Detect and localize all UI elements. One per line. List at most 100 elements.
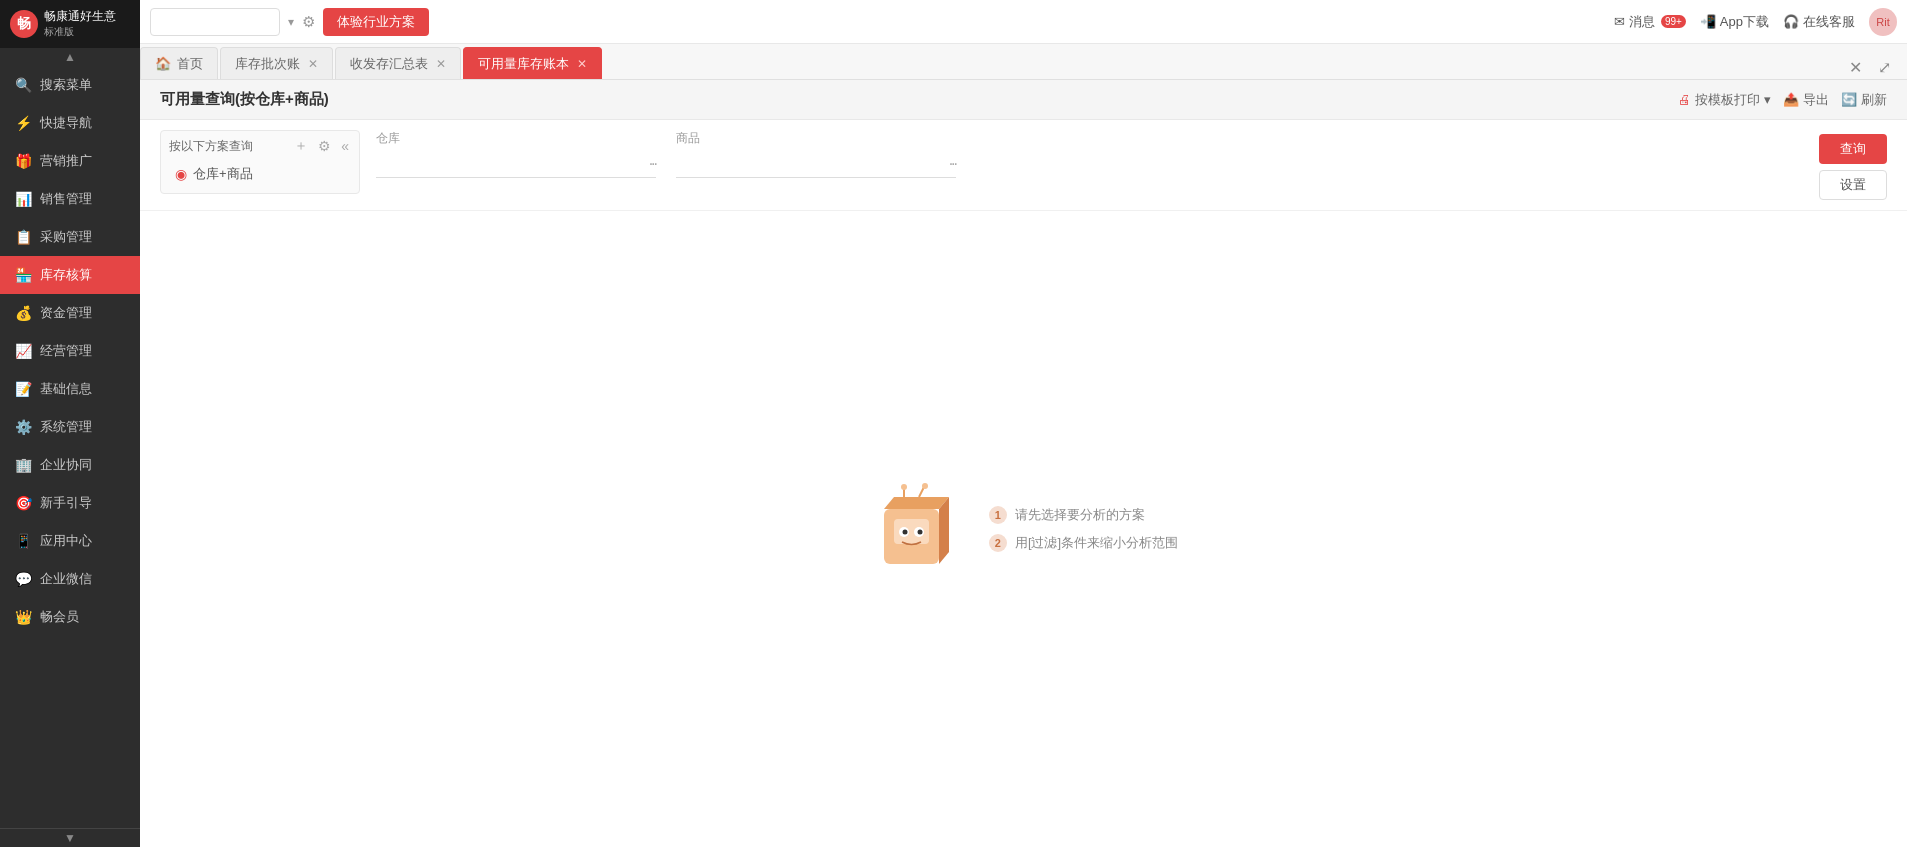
warehouse-input[interactable] [376,157,645,172]
warehouse-more-button[interactable]: ··· [649,155,656,173]
filter-field-warehouse: 仓库 ··· [376,130,656,178]
sidebar-item-guide[interactable]: 🎯 新手引导 [0,484,140,522]
collapse-scheme-button[interactable]: « [339,138,351,154]
export-label: 导出 [1803,91,1829,109]
app-name: 畅康通好生意 [44,9,116,25]
sidebar: 畅 畅康通好生意 标准版 ▲ 🔍 搜索菜单 ⚡ 快捷导航 🎁 营销推广 📊 销售… [0,0,140,847]
crown-icon: 👑 [14,608,32,626]
export-button[interactable]: 📤 导出 [1783,91,1829,109]
tab-available-qty[interactable]: 可用量库存账本 ✕ [463,47,602,79]
money-icon: 💰 [14,304,32,322]
hint-text-1: 请先选择要分析的方案 [1015,506,1145,524]
scheme-icon: ◉ [175,166,187,182]
message-icon: ✉ [1614,14,1625,29]
message-label: 消息 [1629,13,1655,31]
page-title: 可用量查询(按仓库+商品) [160,90,329,109]
goods-more-button[interactable]: ··· [949,155,956,173]
tab-batch-account-close[interactable]: ✕ [308,57,318,71]
sidebar-item-finance[interactable]: 💰 资金管理 [0,294,140,332]
svg-point-11 [922,483,928,489]
sidebar-item-inventory[interactable]: 🏪 库存核算 [0,256,140,294]
sidebar-item-operations[interactable]: 📈 经营管理 [0,332,140,370]
sidebar-item-label: 库存核算 [40,266,92,284]
tab-home[interactable]: 🏠 首页 [140,47,218,79]
online-service-button[interactable]: 🎧 在线客服 [1783,13,1855,31]
tab-close-all-button[interactable]: ✕ [1843,56,1868,79]
sidebar-item-label: 资金管理 [40,304,92,322]
empty-hint-1: 1 请先选择要分析的方案 [989,506,1178,524]
sidebar-scroll-down[interactable]: ▼ [0,828,140,847]
svg-point-6 [902,530,907,535]
filter-actions: 查询 设置 [1819,130,1887,200]
hint-text-2: 用[过滤]条件来缩小分析范围 [1015,534,1178,552]
sidebar-item-purchase[interactable]: 📋 采购管理 [0,218,140,256]
sidebar-item-sales[interactable]: 📊 销售管理 [0,180,140,218]
headset-icon: 🎧 [1783,14,1799,29]
sidebar-item-label: 销售管理 [40,190,92,208]
warehouse-field-input-wrapper: ··· [376,151,656,178]
query-button[interactable]: 查询 [1819,134,1887,164]
gift-icon: 🎁 [14,152,32,170]
goods-input[interactable] [676,157,945,172]
page-header: 可用量查询(按仓库+商品) 🖨 按模板打印 ▾ 📤 导出 🔄 刷新 [140,80,1907,120]
empty-state: 1 请先选择要分析的方案 2 用[过滤]条件来缩小分析范围 [140,211,1907,847]
svg-point-7 [917,530,922,535]
print-button[interactable]: 🖨 按模板打印 ▾ [1678,91,1771,109]
sidebar-item-baseinfo[interactable]: 📝 基础信息 [0,370,140,408]
lightning-icon: ⚡ [14,114,32,132]
filter-field-goods: 商品 ··· [676,130,956,178]
dropdown-chevron-icon[interactable]: ▾ [288,15,294,29]
home-icon: 🏠 [155,56,171,71]
sidebar-scroll-up[interactable]: ▲ [0,48,140,66]
sidebar-item-enterprise-wechat[interactable]: 💬 企业微信 [0,560,140,598]
print-dropdown-icon: ▾ [1764,92,1771,107]
sidebar-item-shortcut[interactable]: ⚡ 快捷导航 [0,104,140,142]
mobile-icon: 📱 [14,532,32,550]
tab-batch-account-label: 库存批次账 [235,55,300,73]
refresh-label: 刷新 [1861,91,1887,109]
sidebar-header: 畅 畅康通好生意 标准版 [0,0,140,48]
clipboard-icon: 📋 [14,228,32,246]
add-scheme-button[interactable]: ＋ [292,137,310,155]
sidebar-item-appcenter[interactable]: 📱 应用中心 [0,522,140,560]
tab-batch-account[interactable]: 库存批次账 ✕ [220,47,333,79]
printer-icon: 🖨 [1678,92,1691,107]
topbar-right-actions: ✉ 消息 99+ 📲 App下载 🎧 在线客服 Rit [1614,8,1897,36]
sidebar-item-enterprise[interactable]: 🏢 企业协同 [0,446,140,484]
tab-receipts-summary[interactable]: 收发存汇总表 ✕ [335,47,461,79]
scheme-item-warehouse-goods[interactable]: ◉ 仓库+商品 [169,161,351,187]
svg-point-10 [901,484,907,490]
message-button[interactable]: ✉ 消息 99+ [1614,13,1686,31]
filter-scheme-panel: 按以下方案查询 ＋ ⚙ « ◉ 仓库+商品 [160,130,360,194]
mobile-download-icon: 📲 [1700,14,1716,29]
svg-marker-1 [884,497,949,509]
scheme-item-label: 仓库+商品 [193,165,253,183]
tab-receipts-summary-label: 收发存汇总表 [350,55,428,73]
edit-scheme-button[interactable]: ⚙ [316,138,333,154]
settings-button[interactable]: 设置 [1819,170,1887,200]
sidebar-item-vip[interactable]: 👑 畅会员 [0,598,140,636]
content-area: 可用量查询(按仓库+商品) 🖨 按模板打印 ▾ 📤 导出 🔄 刷新 [140,80,1907,847]
sidebar-item-marketing[interactable]: 🎁 营销推广 [0,142,140,180]
tabbar-actions: ✕ ⤢ [1843,56,1907,79]
gear-icon: ⚙️ [14,418,32,436]
message-badge: 99+ [1661,15,1686,28]
sidebar-nav: 🔍 搜索菜单 ⚡ 快捷导航 🎁 营销推广 📊 销售管理 📋 采购管理 🏪 库存核… [0,66,140,828]
sidebar-item-search[interactable]: 🔍 搜索菜单 [0,66,140,104]
refresh-button[interactable]: 🔄 刷新 [1841,91,1887,109]
sidebar-item-system[interactable]: ⚙️ 系统管理 [0,408,140,446]
user-menu[interactable]: Rit [1869,8,1897,36]
empty-hint-2: 2 用[过滤]条件来缩小分析范围 [989,534,1178,552]
hint-number-1: 1 [989,506,1007,524]
tab-expand-button[interactable]: ⤢ [1872,56,1897,79]
tab-receipts-summary-close[interactable]: ✕ [436,57,446,71]
tab-available-qty-close[interactable]: ✕ [577,57,587,71]
topbar-gear-icon[interactable]: ⚙ [302,13,315,31]
app-download-button[interactable]: 📲 App下载 [1700,13,1769,31]
industry-solution-button[interactable]: 体验行业方案 [323,8,429,36]
sidebar-item-label: 经营管理 [40,342,92,360]
chat-icon: 💬 [14,570,32,588]
refresh-icon: 🔄 [1841,92,1857,107]
sidebar-item-label: 采购管理 [40,228,92,246]
topbar-search-input[interactable] [150,8,280,36]
